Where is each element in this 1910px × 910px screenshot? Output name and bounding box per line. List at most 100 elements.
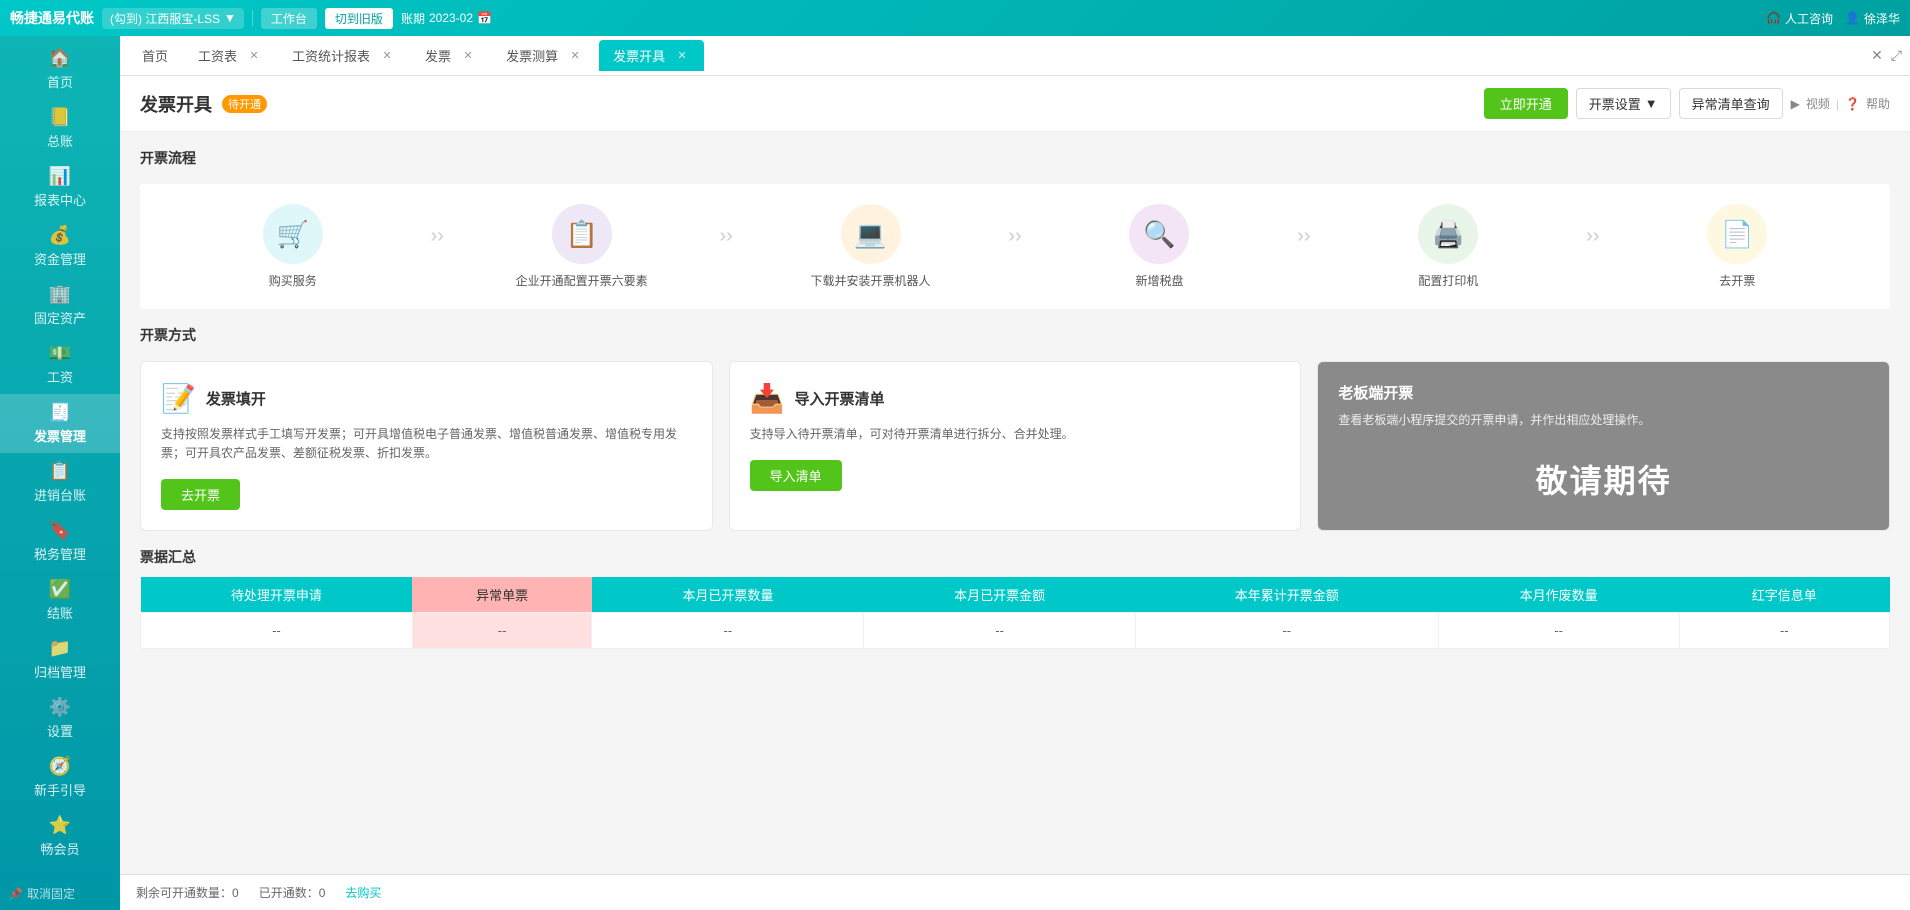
home-icon: 🏠 — [49, 48, 71, 69]
step-printer-label: 配置打印机 — [1418, 272, 1478, 289]
step-setup-circle: 📋 — [552, 204, 612, 264]
workflow-step-add-tax[interactable]: 🔍 新增税盘 — [1027, 204, 1293, 289]
buy-link[interactable]: 去购买 — [345, 884, 381, 901]
workflow-step-buy[interactable]: 🛒 购买服务 — [160, 204, 426, 289]
tab-salary-table[interactable]: 工资表 ✕ — [184, 40, 276, 71]
step-add-tax-label: 新增税盘 — [1135, 272, 1183, 289]
sidebar-item-ledger[interactable]: 📒 总账 — [0, 99, 120, 158]
col-month-void: 本月作废数量 — [1438, 577, 1679, 613]
tab-salary-table-label: 工资表 — [198, 46, 237, 65]
video-label: 视频 — [1806, 95, 1830, 112]
open-now-button[interactable]: 立即开通 — [1484, 88, 1568, 119]
sidebar-item-funds[interactable]: 💰 资金管理 — [0, 217, 120, 276]
tab-invoice-close[interactable]: ✕ — [460, 48, 476, 64]
abnormal-query-button[interactable]: 异常清单查询 — [1679, 88, 1783, 119]
sidebar-label-archive: 归档管理 — [34, 662, 86, 681]
step-download-label: 下载并安装开票机器人 — [811, 272, 931, 289]
boss-billing-card: 老板端开票 查看老板端小程序提交的开票申请，并作出相应处理操作。 敬请期待 — [1317, 361, 1890, 531]
sidebar-item-settings[interactable]: ⚙️ 设置 — [0, 689, 120, 748]
main-content: 首页 工资表 ✕ 工资统计报表 ✕ 发票 ✕ 发票测算 ✕ 发票开具 ✕ — [120, 36, 1910, 910]
sidebar-item-invoice[interactable]: 🧾 发票管理 — [0, 394, 120, 453]
sidebar: 🏠 首页 📒 总账 📊 报表中心 💰 资金管理 🏢 固定资产 💵 工资 🧾 发票… — [0, 36, 120, 910]
cell-red-invoice: -- — [1679, 613, 1889, 649]
main-layout: 🏠 首页 📒 总账 📊 报表中心 💰 资金管理 🏢 固定资产 💵 工资 🧾 发票… — [0, 36, 1910, 910]
add-tax-icon: 🔍 — [1143, 219, 1175, 250]
col-today-count: 本月已开票数量 — [592, 577, 864, 613]
page-title-area: 发票开具 待开通 — [140, 91, 267, 117]
sidebar-item-archive[interactable]: 📁 归档管理 — [0, 630, 120, 689]
workflow-step-download[interactable]: 💻 下载并安装开票机器人 — [738, 204, 1004, 289]
switch-old-button[interactable]: 切到旧版 — [325, 8, 393, 29]
tab-salary-report-close[interactable]: ✕ — [379, 48, 395, 64]
tab-invoice-calc-close[interactable]: ✕ — [567, 48, 583, 64]
boss-card-title: 老板端开票 — [1338, 382, 1869, 403]
workflow-step-printer[interactable]: 🖨️ 配置打印机 — [1316, 204, 1582, 289]
sidebar-item-reports[interactable]: 📊 报表中心 — [0, 158, 120, 217]
printer-icon: 🖨️ — [1432, 219, 1464, 250]
tab-home-label: 首页 — [142, 46, 168, 65]
settings-icon: ⚙️ — [49, 697, 71, 718]
manual-card-desc: 支持按照发票样式手工填写开发票；可开具增值税电子普通发票、增值税普通发票、增值税… — [161, 425, 692, 463]
step-buy-circle: 🛒 — [263, 204, 323, 264]
cell-today-amount: -- — [864, 613, 1136, 649]
cell-month-void: -- — [1438, 613, 1679, 649]
import-billing-button[interactable]: 导入清单 — [750, 460, 842, 491]
content-area: 发票开具 待开通 立即开通 开票设置 ▼ 异常清单查询 ▶ 视频 | ❓ — [120, 76, 1910, 874]
period-value[interactable]: 2023-02 — [429, 11, 473, 25]
headset-icon: 🎧 — [1766, 11, 1781, 25]
manual-card-icon: 📝 — [161, 382, 196, 415]
tab-close-button[interactable]: ✕ — [1871, 47, 1883, 64]
top-bar-left: 畅捷通易代账 (勾到) 江西服宝-LSS ▼ 工作台 切到旧版 账期 2023-… — [10, 8, 492, 29]
tab-restore-button[interactable]: ⤢ — [1891, 47, 1902, 64]
sidebar-item-assets[interactable]: 🏢 固定资产 — [0, 276, 120, 335]
tab-bar: 首页 工资表 ✕ 工资统计报表 ✕ 发票 ✕ 发票测算 ✕ 发票开具 ✕ — [120, 36, 1910, 76]
sidebar-item-tax[interactable]: 🔖 税务管理 — [0, 512, 120, 571]
tab-invoice[interactable]: 发票 ✕ — [411, 40, 490, 71]
page-header: 发票开具 待开通 立即开通 开票设置 ▼ 异常清单查询 ▶ 视频 | ❓ — [120, 76, 1910, 132]
help-area: ▶ 视频 | ❓ 帮助 — [1791, 95, 1890, 112]
sidebar-label-assets: 固定资产 — [34, 308, 86, 327]
sidebar-label-guide: 新手引导 — [34, 780, 86, 799]
sidebar-item-member[interactable]: ⭐ 畅会员 — [0, 807, 120, 866]
tab-invoice-calc[interactable]: 发票测算 ✕ — [492, 40, 597, 71]
boss-card-desc: 查看老板端小程序提交的开票申请，并作出相应处理操作。 — [1338, 411, 1869, 430]
tab-invoice-tool[interactable]: 发票开具 ✕ — [599, 40, 704, 71]
tab-invoice-tool-close[interactable]: ✕ — [674, 48, 690, 64]
sidebar-item-home[interactable]: 🏠 首页 — [0, 40, 120, 99]
tab-salary-report[interactable]: 工资统计报表 ✕ — [278, 40, 409, 71]
sidebar-item-purchase[interactable]: 📋 进销台账 — [0, 453, 120, 512]
sidebar-item-salary[interactable]: 💵 工资 — [0, 335, 120, 394]
tab-home[interactable]: 首页 — [128, 40, 182, 71]
step-issue-label: 去开票 — [1719, 272, 1755, 289]
step-download-circle: 💻 — [841, 204, 901, 264]
member-icon: ⭐ — [49, 815, 71, 836]
page-title: 发票开具 — [140, 91, 212, 117]
manual-billing-button[interactable]: 去开票 — [161, 479, 240, 510]
manual-card-header: 📝 发票填开 — [161, 382, 692, 415]
workflow-step-setup[interactable]: 📋 企业开通配置开票六要素 — [449, 204, 715, 289]
sidebar-item-settle[interactable]: ✅ 结账 — [0, 571, 120, 630]
company-selector[interactable]: (勾到) 江西服宝-LSS ▼ — [102, 8, 244, 29]
workspace-button[interactable]: 工作台 — [261, 8, 317, 29]
pin-icon: 📌 — [8, 887, 23, 901]
cell-year-amount: -- — [1136, 613, 1439, 649]
page-header-buttons: 立即开通 开票设置 ▼ 异常清单查询 ▶ 视频 | ❓ 帮助 — [1484, 88, 1890, 119]
workflow-section: 开票流程 🛒 购买服务 ›› 📋 企业开通配置开票六要素 — [120, 132, 1910, 325]
sidebar-bottom-pin[interactable]: 📌 取消固定 — [0, 877, 120, 910]
arrow-5: ›› — [1581, 225, 1604, 248]
step-setup-label: 企业开通配置开票六要素 — [516, 272, 648, 289]
consult-button[interactable]: 🎧 人工咨询 — [1766, 10, 1833, 27]
sidebar-label-ledger: 总账 — [47, 131, 73, 150]
cell-abnormal: -- — [412, 613, 592, 649]
step-add-tax-circle: 🔍 — [1129, 204, 1189, 264]
question-icon: ❓ — [1845, 97, 1860, 111]
user-avatar[interactable]: 👤 徐泽华 — [1845, 10, 1900, 27]
tab-salary-table-close[interactable]: ✕ — [246, 48, 262, 64]
period-area: 账期 2023-02 📅 — [401, 10, 492, 27]
content-spacer — [120, 669, 1910, 874]
workflow-step-issue[interactable]: 📄 去开票 — [1604, 204, 1870, 289]
settle-icon: ✅ — [49, 579, 71, 600]
settings-button[interactable]: 开票设置 ▼ — [1576, 88, 1671, 119]
calendar-icon[interactable]: 📅 — [477, 11, 492, 25]
sidebar-item-guide[interactable]: 🧭 新手引导 — [0, 748, 120, 807]
